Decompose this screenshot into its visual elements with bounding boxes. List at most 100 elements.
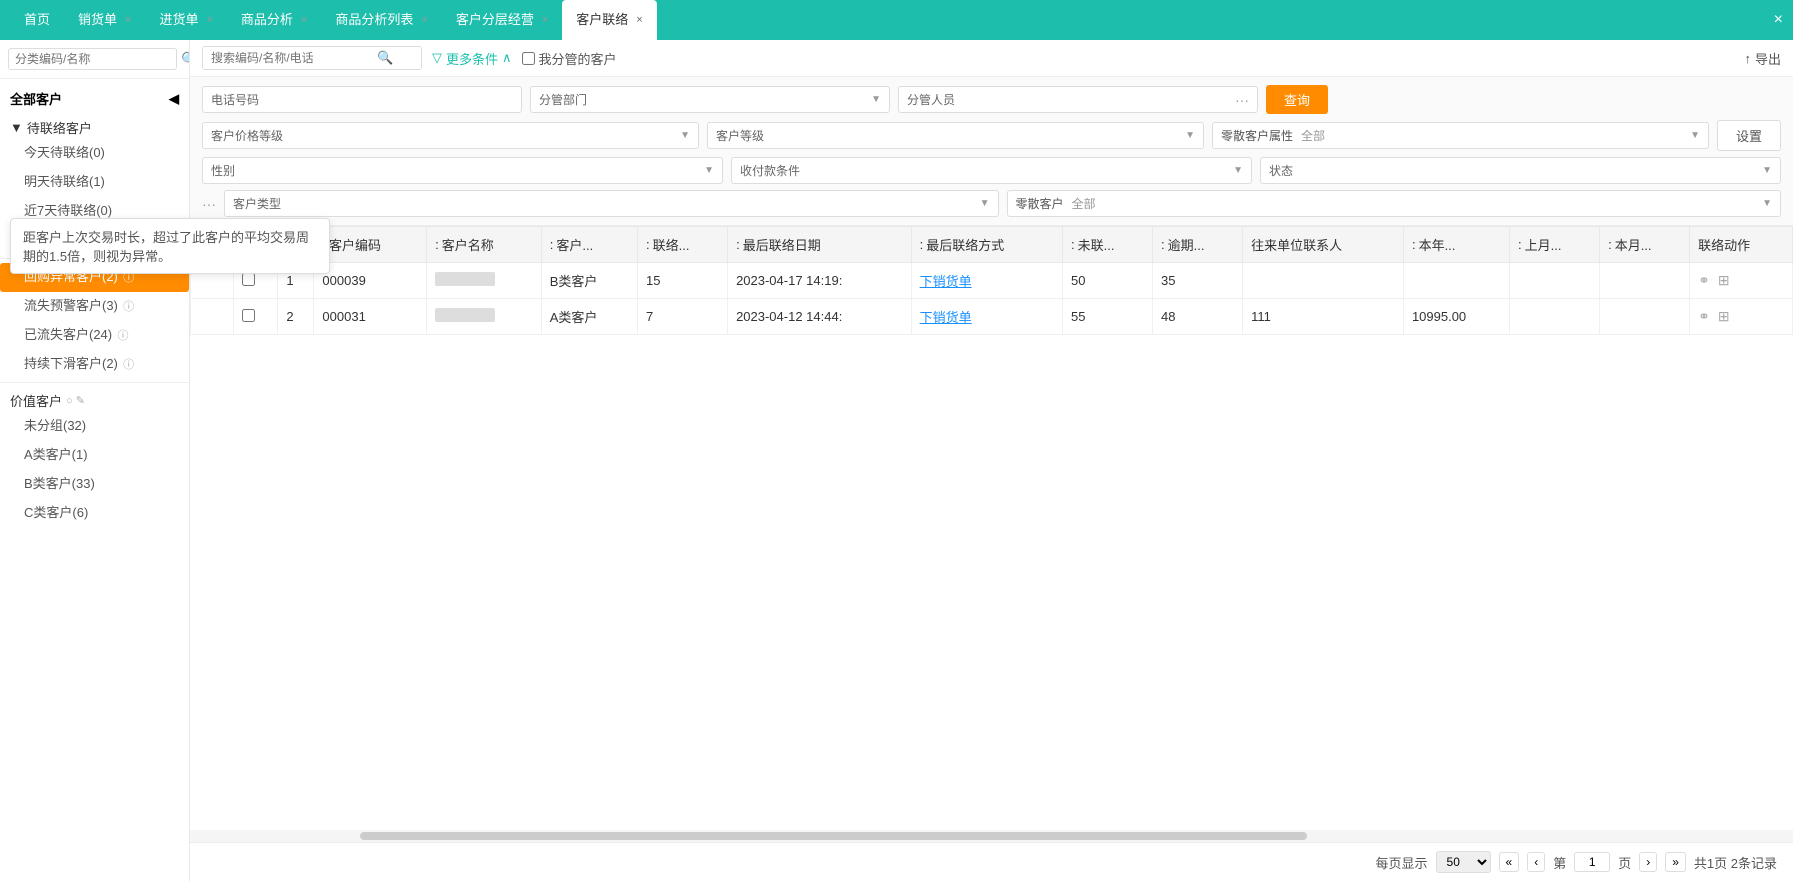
col-unreached[interactable]: : 未联... [1062, 227, 1152, 263]
filter-branch-dept[interactable]: 分管部门 ▼ [530, 86, 890, 113]
more-dots[interactable]: ··· [202, 196, 216, 212]
table-footer: 每页显示 50 20 100 « ‹ 第 页 › » 共1页 2条记录 [190, 842, 1793, 881]
filter-customer-type[interactable]: 客户类型 ▼ [224, 190, 999, 217]
more-filter-button[interactable]: ▽ 更多条件 ∧ [432, 49, 512, 68]
close-icon[interactable]: × [421, 0, 427, 40]
nav-item-analysis[interactable]: 商品分析 × [227, 0, 321, 40]
close-icon[interactable]: × [542, 0, 548, 40]
nav-item-customer-segment[interactable]: 客户分层经营 × [442, 0, 562, 40]
close-icon-active[interactable]: × [636, 0, 642, 40]
dots-icon[interactable]: ··· [1235, 92, 1249, 108]
tooltip-box: 距客户上次交易时长，超过了此客户的平均交易周期的1.5倍，则视为异常。 [10, 218, 330, 274]
action-grid-icon[interactable]: ⊞ [1718, 272, 1730, 289]
horizontal-scrollbar[interactable] [202, 830, 1781, 842]
nav-item-analysis-list[interactable]: 商品分析列表 × [321, 0, 441, 40]
row1-overdue: 35 [1153, 263, 1243, 299]
filter-branch-person[interactable]: 分管人员 ··· [898, 86, 1258, 113]
row2-settings [191, 299, 234, 335]
close-icon[interactable]: × [206, 0, 212, 40]
next-page-button[interactable]: › [1639, 852, 1657, 872]
info-icon-4: ⓘ [123, 359, 134, 371]
filter-status[interactable]: 状态 ▼ [1260, 157, 1781, 184]
col-type[interactable]: : 客户... [541, 227, 637, 263]
sidebar-item-ungroup[interactable]: 未分组(32) [0, 412, 189, 441]
main-search-input[interactable] [211, 51, 371, 65]
action-link-icon-2[interactable]: ⚭ [1698, 308, 1710, 325]
col-last-month[interactable]: : 上月... [1510, 227, 1600, 263]
edit-icon[interactable]: ○ ✎ [66, 394, 85, 407]
sidebar-all-customers[interactable]: 全部客户 ◀ [0, 83, 189, 114]
col-name[interactable]: : 客户名称 [427, 227, 542, 263]
window-close-button[interactable]: × [1774, 11, 1783, 29]
col-overdue[interactable]: : 逾期... [1153, 227, 1243, 263]
sidebar-item-churn-warning[interactable]: 流失预警客户(3) ⓘ [0, 292, 189, 321]
scroll-thumb[interactable] [360, 832, 1307, 840]
sidebar-item-c-class[interactable]: C类客户(6) [0, 499, 189, 528]
page-number-input[interactable] [1574, 852, 1610, 872]
col-this-month[interactable]: : 本月... [1600, 227, 1690, 263]
close-icon[interactable]: × [125, 0, 131, 40]
sidebar-search-input[interactable] [8, 48, 177, 70]
my-customer-check[interactable] [522, 52, 535, 65]
info-icon-3: ⓘ [117, 330, 128, 342]
last-page-button[interactable]: » [1665, 852, 1686, 872]
first-page-button[interactable]: « [1499, 852, 1520, 872]
col-last-method[interactable]: : 最后联络方式 [911, 227, 1062, 263]
per-page-label: 每页显示 [1376, 853, 1428, 872]
content-area: 🔍 ▽ 更多条件 ∧ 我分管的客户 ↑ 导出 电话号码 [190, 40, 1793, 881]
filter-row-4: ··· 客户类型 ▼ 零散客户 全部 ▼ [202, 190, 1781, 217]
search-icon[interactable]: 🔍 [377, 50, 393, 66]
row1-action: ⚭ ⊞ [1690, 263, 1793, 299]
filter-price-level[interactable]: 客户价格等级 ▼ [202, 122, 699, 149]
sidebar-value-group[interactable]: 价值客户 ○ ✎ [0, 387, 189, 412]
action-link-icon[interactable]: ⚭ [1698, 272, 1710, 289]
sidebar-item-b-class[interactable]: B类客户(33) [0, 470, 189, 499]
col-this-year[interactable]: : 本年... [1403, 227, 1509, 263]
row2-last-month [1510, 299, 1600, 335]
nav-item-purchase[interactable]: 进货单 × [145, 0, 226, 40]
col-contact[interactable]: : 联络... [638, 227, 728, 263]
prev-page-button[interactable]: ‹ [1527, 852, 1545, 872]
row1-last-method[interactable]: 下销货单 [911, 263, 1062, 299]
filter-retail-attr[interactable]: 零散客户属性 全部 ▼ [1212, 122, 1709, 149]
close-icon[interactable]: × [301, 0, 307, 40]
my-customer-checkbox[interactable]: 我分管的客户 [522, 49, 617, 68]
filter-payment[interactable]: 收付款条件 ▼ [731, 157, 1252, 184]
sidebar-section-pending[interactable]: ▼ 待联络客户 [0, 114, 189, 139]
row1-contact: 15 [638, 263, 728, 299]
sidebar-item-declining[interactable]: 持续下滑客户(2) ⓘ [0, 350, 189, 379]
query-button[interactable]: 查询 [1266, 85, 1328, 114]
filter-gender[interactable]: 性别 ▼ [202, 157, 723, 184]
row2-last-date: 2023-04-12 14:44: [728, 299, 912, 335]
row2-name [427, 299, 542, 335]
filter-phone[interactable]: 电话号码 [202, 86, 522, 113]
per-page-select[interactable]: 50 20 100 [1436, 851, 1491, 873]
sidebar-item-today[interactable]: 今天待联络(0) [0, 139, 189, 168]
nav-item-home[interactable]: 首页 [10, 0, 64, 40]
info-icon-2: ⓘ [123, 301, 134, 313]
sidebar-item-a-class[interactable]: A类客户(1) [0, 441, 189, 470]
row1-last-date: 2023-04-17 14:19: [728, 263, 912, 299]
filter-retail-customer[interactable]: 零散客户 全部 ▼ [1007, 190, 1782, 217]
sidebar-search-icon[interactable]: 🔍 [181, 51, 190, 68]
sidebar-collapse-icon[interactable]: ◀ [169, 91, 179, 107]
export-button[interactable]: ↑ 导出 [1744, 49, 1781, 68]
row1-name [427, 263, 542, 299]
nav-item-sales[interactable]: 销货单 × [64, 0, 145, 40]
row2-checkbox[interactable] [233, 299, 278, 335]
action-grid-icon-2[interactable]: ⊞ [1718, 308, 1730, 325]
filter-customer-level[interactable]: 客户等级 ▼ [707, 122, 1204, 149]
settings-button[interactable]: 设置 [1717, 120, 1781, 151]
chevron-icon: ∧ [502, 50, 512, 66]
row1-code: 000039 [314, 263, 427, 299]
row2-last-method[interactable]: 下销货单 [911, 299, 1062, 335]
total-records-label: 共1页 2条记录 [1694, 853, 1777, 872]
all-customers-label: 全部客户 [10, 89, 62, 108]
col-code[interactable]: : 客户编码 [314, 227, 427, 263]
col-unit-contact[interactable]: 往来单位联系人 [1243, 227, 1404, 263]
nav-item-customer-contact[interactable]: 客户联络 × [562, 0, 656, 40]
sidebar-item-tomorrow[interactable]: 明天待联络(1) [0, 168, 189, 197]
sidebar-item-churned[interactable]: 已流失客户(24) ⓘ [0, 321, 189, 350]
row1-last-month [1510, 263, 1600, 299]
col-last-date[interactable]: : 最后联络日期 [728, 227, 912, 263]
